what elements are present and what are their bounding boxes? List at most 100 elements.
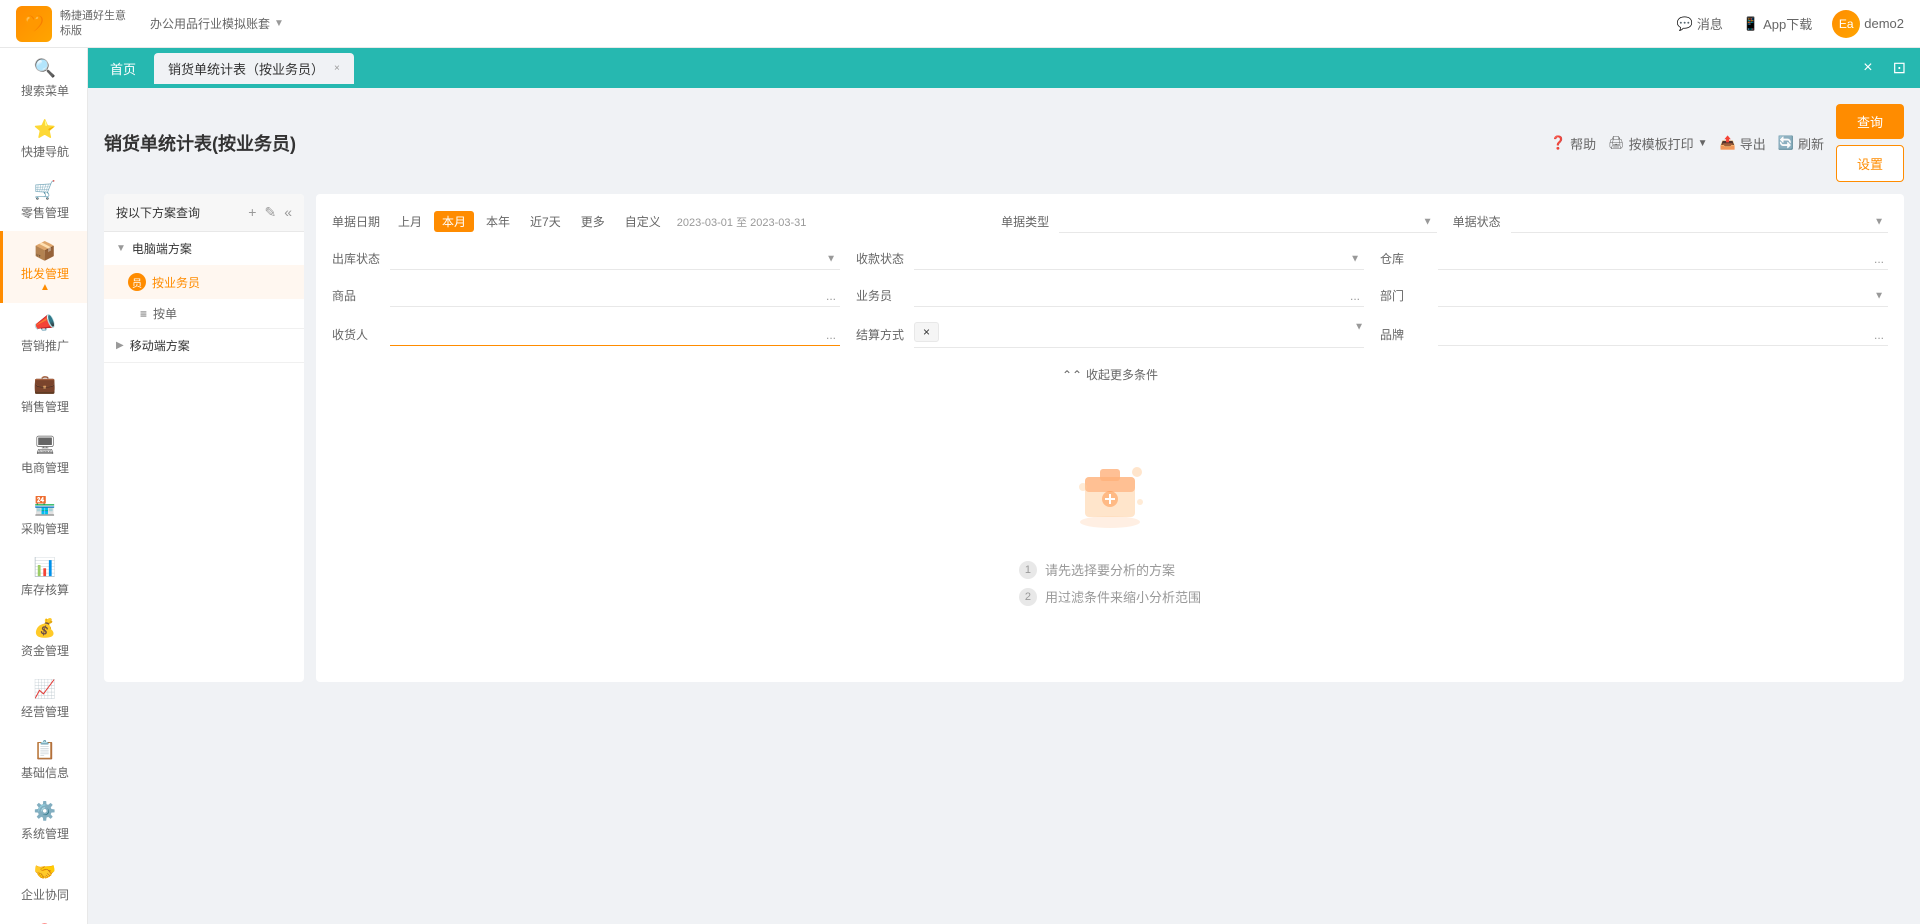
sidebar-item-retail[interactable]: 🛒 零售管理 (0, 170, 87, 231)
date-btn-7-days[interactable]: 近7天 (522, 211, 569, 232)
brand-input[interactable] (1438, 323, 1888, 346)
download-icon: 📱 (1743, 16, 1759, 32)
sidebar-item-quick-nav[interactable]: ⭐ 快捷导航 (0, 109, 87, 170)
doc-status-control: ▼ (1511, 210, 1888, 233)
collapse-up-icon: ⌃⌃ (1062, 368, 1082, 382)
brand-control: ... (1438, 323, 1888, 346)
date-btn-last-month[interactable]: 上月 (390, 211, 430, 232)
warehouse-dots-icon[interactable]: ... (1874, 252, 1884, 266)
sidebar-item-wholesale[interactable]: 📦 批发管理 ▲ (0, 231, 87, 303)
query-button[interactable]: 查询 (1836, 104, 1904, 139)
goods-control: ... (390, 284, 840, 307)
tip-2-number: 2 (1019, 588, 1037, 606)
date-btn-custom[interactable]: 自定义 (617, 211, 669, 232)
sidebar-item-marketing[interactable]: 📣 营销推广 (0, 303, 87, 364)
sidebar-item-system[interactable]: ⚙️ 系统管理 (0, 791, 87, 852)
scheme-group-mobile-header[interactable]: ▶ 移动端方案 (104, 329, 304, 362)
user-menu[interactable]: Ea demo2 (1832, 10, 1904, 38)
scheme-item-by-salesman[interactable]: 员 按业务员 (104, 265, 304, 299)
collapse-row: ⌃⌃ 收起更多条件 (332, 362, 1888, 387)
date-btn-more[interactable]: 更多 (573, 211, 613, 232)
tab-label: 销货单统计表（按业务员） (168, 59, 324, 78)
brand-dots-icon[interactable]: ... (1874, 328, 1884, 342)
sidebar-item-operations[interactable]: 📈 经营管理 (0, 669, 87, 730)
department-label: 部门 (1380, 287, 1430, 304)
star-icon: ⭐ (34, 119, 56, 140)
sidebar-item-search[interactable]: 🔍 搜索菜单 (0, 48, 87, 109)
out-status-select[interactable] (390, 247, 840, 270)
filter-doc-status: 单据状态 ▼ (1453, 210, 1888, 233)
tab-restore-button[interactable]: ⊡ (1887, 56, 1912, 80)
print-icon: 🖨 (1608, 135, 1625, 151)
sidebar-item-guide[interactable]: 🎯 新手引导 (0, 913, 87, 924)
warehouse-input[interactable] (1438, 247, 1888, 270)
goods-dots-icon[interactable]: ... (826, 289, 836, 303)
empty-tip-2: 2 用过滤条件来缩小分析范围 (1019, 587, 1201, 606)
salesman-scheme-icon: 员 (128, 273, 146, 291)
goods-label: 商品 (332, 287, 382, 304)
breadcrumb[interactable]: 办公用品行业模拟账套 ▼ (150, 15, 284, 32)
filter-warehouse: 仓库 ... (1380, 247, 1888, 270)
filter-receiver: 收货人 ... (332, 323, 840, 346)
main-layout: 🔍 搜索菜单 ⭐ 快捷导航 🛒 零售管理 📦 批发管理 ▲ 📣 营销推广 💼 销… (0, 48, 1920, 924)
page-content: 销货单统计表(按业务员) ❓ 帮助 🖨 按模板打印 ▼ 📤 导出 (88, 88, 1920, 924)
empty-icon (1065, 447, 1155, 540)
message-button[interactable]: 💬 消息 (1677, 14, 1723, 33)
payment-method-tag-close[interactable]: × (923, 325, 930, 339)
box-icon: 📦 (34, 241, 56, 262)
sidebar-item-finance[interactable]: 💰 资金管理 (0, 608, 87, 669)
payment-method-control: × ▼ (914, 321, 1364, 348)
date-label: 单据日期 (332, 213, 382, 230)
logo-icon: 🧡 (16, 6, 52, 42)
doc-status-select[interactable] (1511, 210, 1888, 233)
sidebar-item-inventory[interactable]: 📊 库存核算 (0, 547, 87, 608)
collapse-button[interactable]: ⌃⌃ 收起更多条件 (1050, 362, 1170, 387)
salesman-control: ... (914, 284, 1364, 307)
export-icon: 📤 (1720, 135, 1736, 151)
department-control: ▼ (1438, 284, 1888, 307)
money-icon: 💰 (34, 618, 56, 639)
warehouse-control: ... (1438, 247, 1888, 270)
sidebar-item-purchase[interactable]: 🏪 采购管理 (0, 486, 87, 547)
edit-scheme-icon[interactable]: ✎ (264, 204, 276, 221)
app-download-button[interactable]: 📱 App下载 (1743, 14, 1812, 33)
tab-close-button[interactable]: × (1857, 57, 1878, 79)
payment-status-select[interactable] (914, 247, 1364, 270)
sidebar-item-ecommerce[interactable]: 🖥 电商管理 (0, 425, 87, 486)
receiver-dots-icon[interactable]: ... (826, 328, 836, 342)
settings-button[interactable]: 设置 (1836, 145, 1904, 182)
scheme-group-mobile: ▶ 移动端方案 (104, 329, 304, 363)
export-button[interactable]: 📤 导出 (1720, 134, 1766, 153)
tab-home[interactable]: 首页 (96, 53, 150, 84)
out-status-control: ▼ (390, 247, 840, 270)
sidebar-item-sales[interactable]: 💼 销售管理 (0, 364, 87, 425)
scheme-group-desktop-header[interactable]: ▼ 电脑端方案 (104, 232, 304, 265)
filter-date: 单据日期 上月 本月 本年 近7天 更多 自定义 2023-03-01 至 20… (332, 211, 985, 232)
help-button[interactable]: ❓ 帮助 (1550, 134, 1596, 153)
main-panel: 按以下方案查询 + ✎ « ▼ 电脑端方案 (104, 194, 1904, 682)
date-btn-this-month[interactable]: 本月 (434, 211, 474, 232)
filter-salesman: 业务员 ... (856, 284, 1364, 307)
gear-icon: ⚙️ (34, 801, 56, 822)
payment-method-select[interactable] (943, 321, 1350, 343)
date-btn-this-year[interactable]: 本年 (478, 211, 518, 232)
print-button[interactable]: 🖨 按模板打印 ▼ (1608, 134, 1707, 153)
megaphone-icon: 📣 (34, 313, 56, 334)
tab-close-icon[interactable]: × (334, 63, 340, 74)
scheme-item-by-order[interactable]: ≡ 按单 (104, 299, 304, 328)
salesman-dots-icon[interactable]: ... (1350, 289, 1360, 303)
department-select[interactable] (1438, 284, 1888, 307)
salesman-input[interactable] (914, 284, 1364, 307)
sidebar-item-enterprise[interactable]: 🤝 企业协同 (0, 852, 87, 913)
refresh-button[interactable]: 🔄 刷新 (1778, 134, 1824, 153)
top-right: 💬 消息 📱 App下载 Ea demo2 (1677, 10, 1904, 38)
add-scheme-icon[interactable]: + (248, 204, 256, 221)
goods-input[interactable] (390, 284, 840, 307)
doc-type-select[interactable] (1059, 210, 1436, 233)
tab-sales-stats[interactable]: 销货单统计表（按业务员） × (154, 53, 354, 84)
doc-type-label: 单据类型 (1001, 213, 1051, 230)
date-range-text: 2023-03-01 至 2023-03-31 (677, 214, 807, 230)
sidebar-item-base[interactable]: 📋 基础信息 (0, 730, 87, 791)
collapse-scheme-icon[interactable]: « (284, 204, 292, 221)
receiver-input[interactable] (390, 323, 840, 346)
